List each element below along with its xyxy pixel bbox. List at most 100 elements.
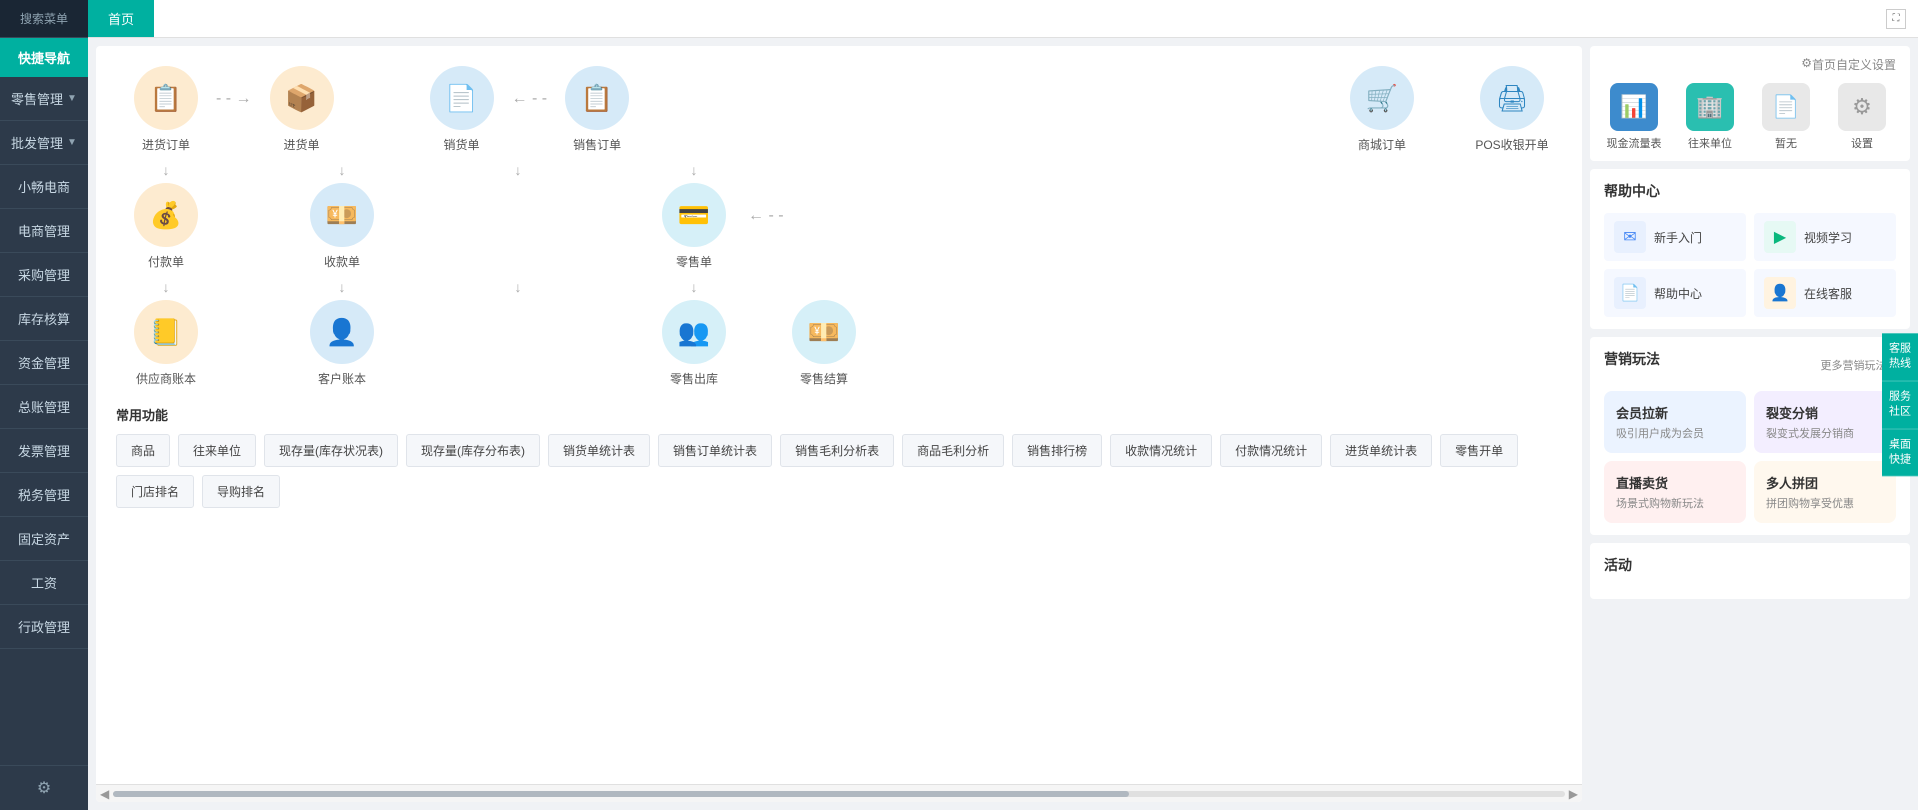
right-panel: ⚙ 首页自定义设置 📊 现金流量表 🏢往来单位 📄 暂无 ⚙设置 帮助中心 ✉新手入门▶视…: [1590, 46, 1910, 802]
spacer-3: [216, 216, 292, 238]
flow-label-purchase: 进货单: [284, 136, 320, 153]
func-btn-0[interactable]: 商品: [116, 434, 170, 467]
arrow-down-1: ↓: [116, 163, 216, 177]
arrow-left-1: ← - -: [512, 90, 548, 130]
flow-node-purchase[interactable]: 📦 进货单: [252, 66, 352, 153]
help-title: 帮助中心: [1604, 181, 1896, 201]
sidebar-item-9[interactable]: 税务管理: [0, 473, 88, 517]
fullscreen-button[interactable]: ⛶: [1886, 9, 1906, 29]
quick-icon-0[interactable]: 📊 现金流量表: [1604, 83, 1664, 151]
content-area: 📋 进货订单 - - → 📦 进货单 📄 销货单 ← -: [88, 38, 1918, 810]
scroll-left-arrow[interactable]: ◀: [100, 787, 109, 801]
quick-icon-box-1: 🏢: [1686, 83, 1734, 131]
flow-node-retail-out[interactable]: 👥 零售出库: [644, 300, 744, 387]
arrow-down-7: ↓: [468, 280, 568, 294]
flow-arrows-down-1: ↓ ↓ ↓ ↓: [116, 161, 1562, 179]
scroll-bar[interactable]: ◀ ▶: [96, 784, 1582, 802]
flow-node-mall-order[interactable]: 🛒 商城订单: [1332, 66, 1432, 153]
flow-node-sales-order[interactable]: 📋 销售订单: [547, 66, 647, 153]
func-btn-9[interactable]: 收款情况统计: [1110, 434, 1212, 467]
sidebar-item-6[interactable]: 资金管理: [0, 341, 88, 385]
sidebar-item-12[interactable]: 行政管理: [0, 605, 88, 649]
marketing-card-3[interactable]: 多人拼团拼团购物享受优惠: [1754, 461, 1896, 523]
flow-label-customer-book: 客户账本: [318, 370, 366, 387]
func-btn-2[interactable]: 现存量(库存状况表): [264, 434, 398, 467]
func-grid: 商品往来单位现存量(库存状况表)现存量(库存分布表)销货单统计表销售订单统计表销…: [116, 434, 1562, 508]
sidebar-item-7[interactable]: 总账管理: [0, 385, 88, 429]
side-float-panel: 客服热线服务社区桌面快捷: [1882, 333, 1918, 476]
flow-node-payment[interactable]: 💰 付款单: [116, 183, 216, 270]
flow-node-supplier-book[interactable]: 📒 供应商账本: [116, 300, 216, 387]
marketing-header: 营销玩法 更多营销玩法 >: [1604, 349, 1896, 381]
func-btn-6[interactable]: 销售毛利分析表: [780, 434, 894, 467]
flow-circle-payment: 💰: [134, 183, 198, 247]
quick-icon-1[interactable]: 🏢往来单位: [1680, 83, 1740, 151]
quick-icon-label-2: 暂无: [1775, 135, 1797, 151]
quick-icon-box-2: 📄: [1762, 83, 1810, 131]
func-btn-13[interactable]: 门店排名: [116, 475, 194, 508]
sidebar-item-10[interactable]: 固定资产: [0, 517, 88, 561]
scroll-track[interactable]: [113, 791, 1565, 797]
activity-title: 活动: [1604, 555, 1896, 575]
flow-node-receipt[interactable]: 💴 收款单: [292, 183, 392, 270]
arrow-left-2: ← - -: [748, 207, 784, 247]
tab-home[interactable]: 首页: [88, 0, 154, 37]
side-float-btn-0[interactable]: 客服热线: [1882, 333, 1918, 381]
quick-access-settings[interactable]: ⚙ 首页自定义设置: [1604, 56, 1896, 73]
flow-node-purchase-order[interactable]: 📋 进货订单: [116, 66, 216, 153]
sidebar-item-5[interactable]: 库存核算: [0, 297, 88, 341]
help-item-3[interactable]: 👤在线客服: [1754, 269, 1896, 317]
side-float-btn-1[interactable]: 服务社区: [1882, 381, 1918, 429]
func-btn-3[interactable]: 现存量(库存分布表): [406, 434, 540, 467]
sidebar-item-4[interactable]: 采购管理: [0, 253, 88, 297]
func-btn-14[interactable]: 导购排名: [202, 475, 280, 508]
func-btn-8[interactable]: 销售排行榜: [1012, 434, 1102, 467]
marketing-card-1[interactable]: 裂变分销裂变式发展分销商: [1754, 391, 1896, 453]
marketing-card-2[interactable]: 直播卖货场景式购物新玩法: [1604, 461, 1746, 523]
sidebar-item-0[interactable]: 零售管理▼: [0, 77, 88, 121]
flow-node-retail[interactable]: 💳 零售单: [644, 183, 744, 270]
flow-label-supplier-book: 供应商账本: [136, 370, 196, 387]
quick-icon-2[interactable]: 📄 暂无: [1756, 83, 1816, 151]
flow-node-pos[interactable]: 🖨 POS收银开单: [1462, 66, 1562, 153]
quick-icon-label-0: 现金流量表: [1607, 135, 1662, 151]
quick-icon-box-0: 📊: [1610, 83, 1658, 131]
marketing-card-desc-2: 场景式购物新玩法: [1616, 495, 1734, 511]
func-btn-10[interactable]: 付款情况统计: [1220, 434, 1322, 467]
flow-node-sales[interactable]: 📄 销货单: [412, 66, 512, 153]
sidebar-item-1[interactable]: 批发管理▼: [0, 121, 88, 165]
marketing-card-desc-3: 拼团购物享受优惠: [1766, 495, 1884, 511]
help-icon-1: ▶: [1764, 221, 1796, 253]
flow-arrows-down-2: ↓ ↓ ↓ ↓: [116, 278, 1562, 296]
scroll-right-arrow[interactable]: ▶: [1569, 787, 1578, 801]
marketing-card-0[interactable]: 会员拉新吸引用户成为会员: [1604, 391, 1746, 453]
marketing-card-title-1: 裂变分销: [1766, 403, 1884, 422]
func-btn-4[interactable]: 销货单统计表: [548, 434, 650, 467]
func-btn-1[interactable]: 往来单位: [178, 434, 256, 467]
flow-diagram: 📋 进货订单 - - → 📦 进货单 📄 销货单 ← -: [96, 46, 1582, 405]
common-functions: 常用功能 商品往来单位现存量(库存状况表)现存量(库存分布表)销货单统计表销售订…: [96, 405, 1582, 784]
sidebar-item-11[interactable]: 工资: [0, 561, 88, 605]
common-func-title: 常用功能: [116, 405, 1562, 424]
help-item-0[interactable]: ✉新手入门: [1604, 213, 1746, 261]
func-btn-7[interactable]: 商品毛利分析: [902, 434, 1004, 467]
quick-icon-3[interactable]: ⚙设置: [1832, 83, 1892, 151]
marketing-title: 营销玩法: [1604, 349, 1660, 369]
sidebar-settings-button[interactable]: ⚙: [0, 765, 88, 810]
func-btn-11[interactable]: 进货单统计表: [1330, 434, 1432, 467]
gear-icon: ⚙: [1801, 56, 1812, 73]
sidebar-item-8[interactable]: 发票管理: [0, 429, 88, 473]
marketing-grid: 会员拉新吸引用户成为会员裂变分销裂变式发展分销商直播卖货场景式购物新玩法多人拼团…: [1604, 391, 1896, 523]
help-item-1[interactable]: ▶视频学习: [1754, 213, 1896, 261]
func-btn-5[interactable]: 销售订单统计表: [658, 434, 772, 467]
flow-node-retail-settle[interactable]: 💴 零售结算: [774, 300, 874, 387]
sidebar-item-3[interactable]: 电商管理: [0, 209, 88, 253]
flow-circle-receipt: 💴: [310, 183, 374, 247]
sidebar-item-2[interactable]: 小畅电商: [0, 165, 88, 209]
side-float-btn-2[interactable]: 桌面快捷: [1882, 429, 1918, 477]
func-btn-12[interactable]: 零售开单: [1440, 434, 1518, 467]
arrow-down-3: ↓: [468, 163, 568, 177]
flow-node-customer-book[interactable]: 👤 客户账本: [292, 300, 392, 387]
sidebar-search[interactable]: 搜索菜单: [0, 0, 88, 38]
help-item-2[interactable]: 📄帮助中心: [1604, 269, 1746, 317]
